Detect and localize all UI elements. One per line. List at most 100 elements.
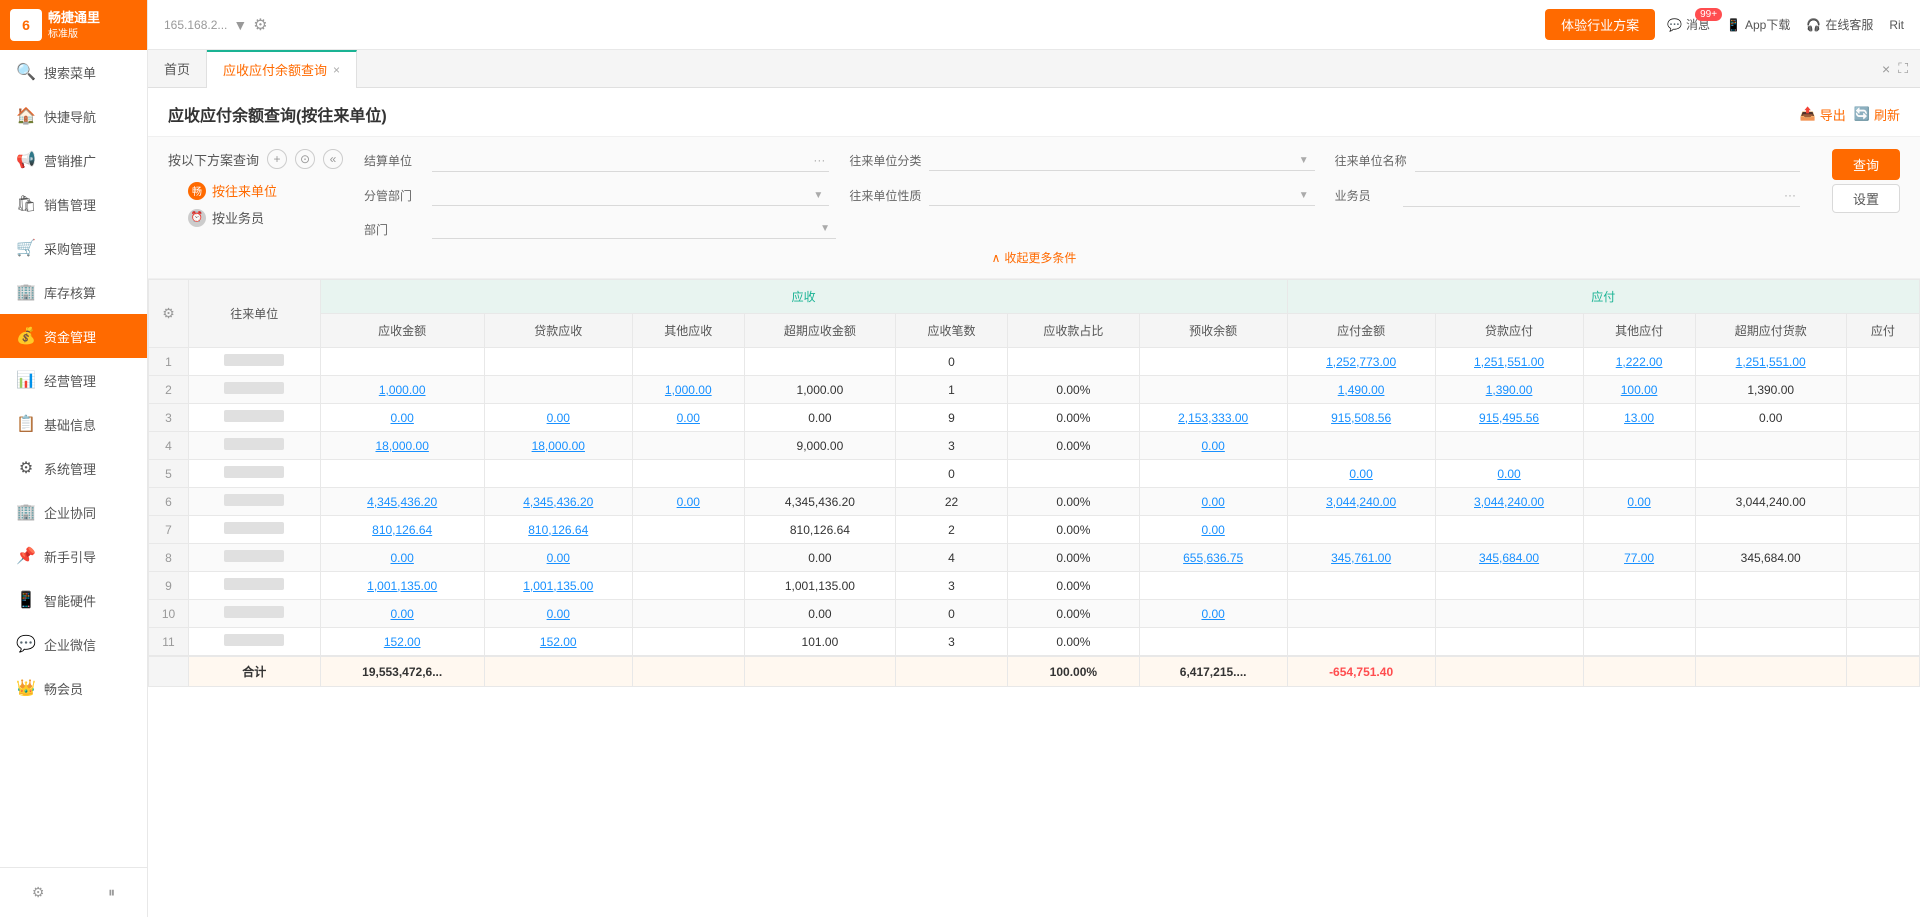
close-window-icon[interactable]: × <box>1882 61 1890 77</box>
recv-amount-cell[interactable]: 1,001,135.00 <box>320 572 484 600</box>
pay-amount-cell[interactable]: 1,490.00 <box>1287 376 1435 404</box>
salesman-dots-icon[interactable]: ··· <box>1780 184 1800 206</box>
settings-button[interactable]: 设置 <box>1832 184 1900 213</box>
pay-other-cell[interactable]: 100.00 <box>1583 376 1695 404</box>
sidebar-item-guide[interactable]: 📌 新手引导 <box>0 534 147 578</box>
pay-amount-cell[interactable]: 1,252,773.00 <box>1287 348 1435 376</box>
salesman-input-wrapper: ··· <box>1403 184 1800 207</box>
partner-name-input[interactable] <box>1415 149 1800 172</box>
recv-amount-cell[interactable]: 810,126.64 <box>320 516 484 544</box>
message-btn[interactable]: 💬 消息 99+ <box>1667 16 1710 33</box>
filter-collapse-left-btn[interactable]: « <box>323 149 343 169</box>
sidebar-item-basic-info[interactable]: 📋 基础信息 <box>0 402 147 446</box>
recv-loan-cell[interactable]: 0.00 <box>484 404 632 432</box>
pay-loan-cell[interactable]: 345,684.00 <box>1435 544 1583 572</box>
partner-category-select[interactable]: ▼ <box>929 151 1314 171</box>
sidebar-item-sales[interactable]: 🛍 销售管理 <box>0 182 147 226</box>
breadcrumb-dropdown-icon[interactable]: ▼ <box>233 17 247 33</box>
collapse-button[interactable]: ∧ 收起更多条件 <box>992 249 1077 266</box>
recv-loan-cell[interactable]: 152.00 <box>484 628 632 657</box>
pay-loan-cell[interactable]: 3,044,240.00 <box>1435 488 1583 516</box>
recv-loan-cell[interactable]: 1,001,135.00 <box>484 572 632 600</box>
settlement-input[interactable] <box>432 149 809 171</box>
recv-amount-cell[interactable]: 1,000.00 <box>320 376 484 404</box>
sidebar-item-inventory[interactable]: 🏢 库存核算 <box>0 270 147 314</box>
table-settings-icon[interactable]: ⚙ <box>162 305 175 321</box>
table-row: 10 0.00 0.00 0.00 0 0.00% 0.00 <box>149 600 1920 628</box>
recv-amount-cell[interactable]: 152.00 <box>320 628 484 657</box>
pay-other-cell[interactable]: 13.00 <box>1583 404 1695 432</box>
query-button[interactable]: 查询 <box>1832 149 1900 180</box>
recv-amount-cell[interactable]: 0.00 <box>320 600 484 628</box>
pay-loan-cell[interactable]: 0.00 <box>1435 460 1583 488</box>
tab-home[interactable]: 首页 <box>148 50 207 88</box>
sidebar-item-capital[interactable]: 💰 资金管理 <box>0 314 147 358</box>
recv-advance-cell[interactable]: 0.00 <box>1139 488 1287 516</box>
sidebar-item-system[interactable]: ⚙ 系统管理 <box>0 446 147 490</box>
user-menu[interactable]: Rit <box>1889 18 1904 32</box>
pay-amount-cell[interactable]: 915,508.56 <box>1287 404 1435 432</box>
scheme-by-salesman[interactable]: ⏰ 按业务员 <box>188 208 348 227</box>
recv-loan-cell[interactable]: 0.00 <box>484 600 632 628</box>
sidebar-item-enterprise[interactable]: 🏢 企业协同 <box>0 490 147 534</box>
pay-amount-cell[interactable]: 345,761.00 <box>1287 544 1435 572</box>
partner-nature-select[interactable]: ▼ <box>929 186 1314 206</box>
pay-loan-cell[interactable]: 915,495.56 <box>1435 404 1583 432</box>
sidebar-settings-btn[interactable]: ⚙ <box>22 878 55 907</box>
sidebar-item-wechat[interactable]: 💬 企业微信 <box>0 622 147 666</box>
pay-loan-cell[interactable]: 1,251,551.00 <box>1435 348 1583 376</box>
topbar: 165.168.2... ▼ ⚙ 体验行业方案 💬 消息 99+ 📱 App下载… <box>148 0 1920 50</box>
pay-other-cell[interactable]: 1,222.00 <box>1583 348 1695 376</box>
sidebar-item-quick-nav[interactable]: 🏠 快捷导航 <box>0 94 147 138</box>
pay-other-cell[interactable]: 0.00 <box>1583 488 1695 516</box>
recv-advance-cell[interactable]: 0.00 <box>1139 516 1287 544</box>
recv-advance-cell[interactable]: 2,153,333.00 <box>1139 404 1287 432</box>
salesman-input[interactable] <box>1403 184 1780 206</box>
recv-loan-cell[interactable]: 4,345,436.20 <box>484 488 632 516</box>
sidebar-item-search-menu[interactable]: 🔍 搜索菜单 <box>0 50 147 94</box>
scheme-by-partner[interactable]: 畅 按往来单位 <box>188 181 348 200</box>
pay-other-cell <box>1583 600 1695 628</box>
sidebar-item-marketing[interactable]: 📢 营销推广 <box>0 138 147 182</box>
pay-other-cell[interactable]: 77.00 <box>1583 544 1695 572</box>
app-download-btn[interactable]: 📱 App下载 <box>1726 16 1790 33</box>
pay-amount-cell[interactable]: 3,044,240.00 <box>1287 488 1435 516</box>
refresh-button[interactable]: 🔄 刷新 <box>1854 105 1900 124</box>
pay-amount-cell[interactable]: 0.00 <box>1287 460 1435 488</box>
fullscreen-icon[interactable]: ⛶ <box>1898 60 1908 77</box>
recv-advance-cell[interactable]: 0.00 <box>1139 600 1287 628</box>
recv-amount-cell[interactable]: 0.00 <box>320 544 484 572</box>
recv-count-cell: 22 <box>895 488 1007 516</box>
recv-advance-cell[interactable]: 0.00 <box>1139 432 1287 460</box>
solution-button[interactable]: 体验行业方案 <box>1545 9 1655 40</box>
recv-amount-cell[interactable]: 0.00 <box>320 404 484 432</box>
sidebar-collapse-btn[interactable]: ⏸ <box>98 878 125 907</box>
partner-cell <box>189 488 321 516</box>
recv-amount-cell[interactable]: 4,345,436.20 <box>320 488 484 516</box>
sidebar-item-operation[interactable]: 📊 经营管理 <box>0 358 147 402</box>
dept-select[interactable]: ▼ <box>432 186 829 206</box>
department-select[interactable]: ▼ <box>432 219 836 239</box>
topbar-gear-icon[interactable]: ⚙ <box>253 15 267 35</box>
col-recv-amount: 应收金额 <box>320 314 484 348</box>
export-button[interactable]: 📤 导出 <box>1800 105 1846 124</box>
recv-loan-cell[interactable]: 810,126.64 <box>484 516 632 544</box>
sidebar-item-member[interactable]: 👑 畅会员 <box>0 666 147 710</box>
filter-config-btn[interactable]: ⊙ <box>295 149 315 169</box>
recv-advance-cell[interactable]: 655,636.75 <box>1139 544 1287 572</box>
recv-other-cell[interactable]: 0.00 <box>632 404 744 432</box>
filter-add-btn[interactable]: + <box>267 149 287 169</box>
sidebar-item-purchase[interactable]: 🛒 采购管理 <box>0 226 147 270</box>
tab-close-icon[interactable]: × <box>333 63 340 77</box>
online-service-btn[interactable]: 🎧 在线客服 <box>1806 16 1873 33</box>
settlement-dots-icon[interactable]: ··· <box>809 149 829 171</box>
recv-loan-cell[interactable]: 18,000.00 <box>484 432 632 460</box>
sidebar-item-smart-hw[interactable]: 📱 智能硬件 <box>0 578 147 622</box>
pay-overdue-cell[interactable]: 1,251,551.00 <box>1695 348 1846 376</box>
recv-other-cell[interactable]: 0.00 <box>632 488 744 516</box>
recv-amount-cell[interactable]: 18,000.00 <box>320 432 484 460</box>
tab-receivable-query[interactable]: 应收应付余额查询 × <box>207 50 357 88</box>
recv-loan-cell[interactable]: 0.00 <box>484 544 632 572</box>
recv-other-cell[interactable]: 1,000.00 <box>632 376 744 404</box>
pay-loan-cell[interactable]: 1,390.00 <box>1435 376 1583 404</box>
